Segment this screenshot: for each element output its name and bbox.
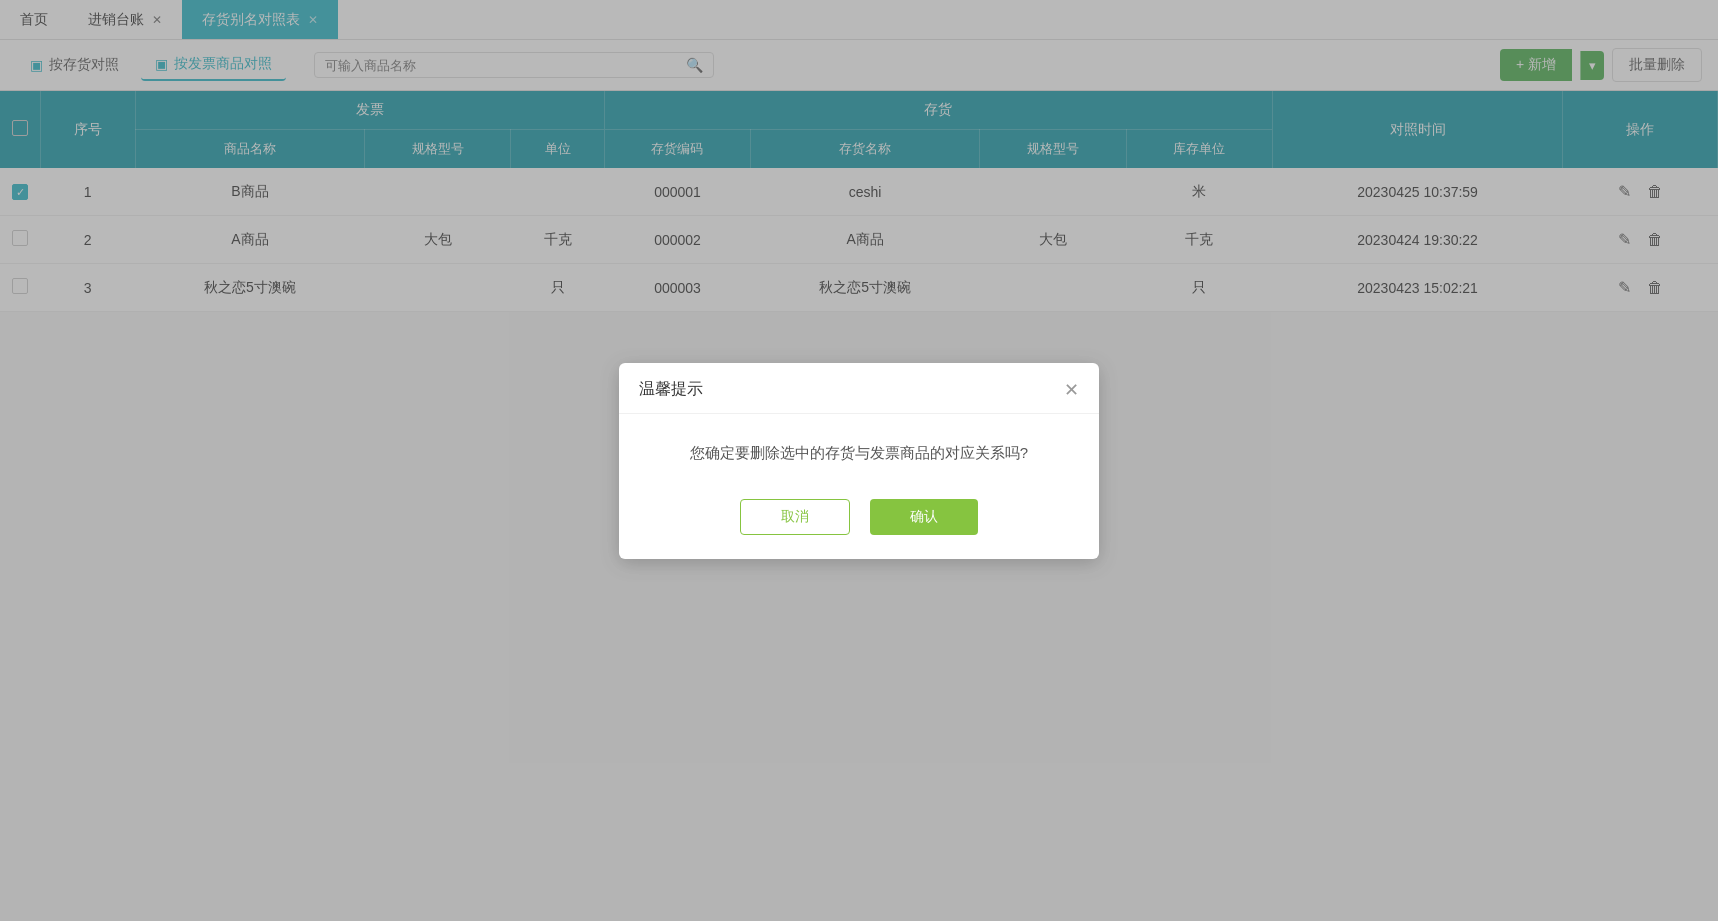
modal-overlay: 温馨提示 ✕ 您确定要删除选中的存货与发票商品的对应关系吗? 取消 确认 — [0, 0, 1718, 312]
